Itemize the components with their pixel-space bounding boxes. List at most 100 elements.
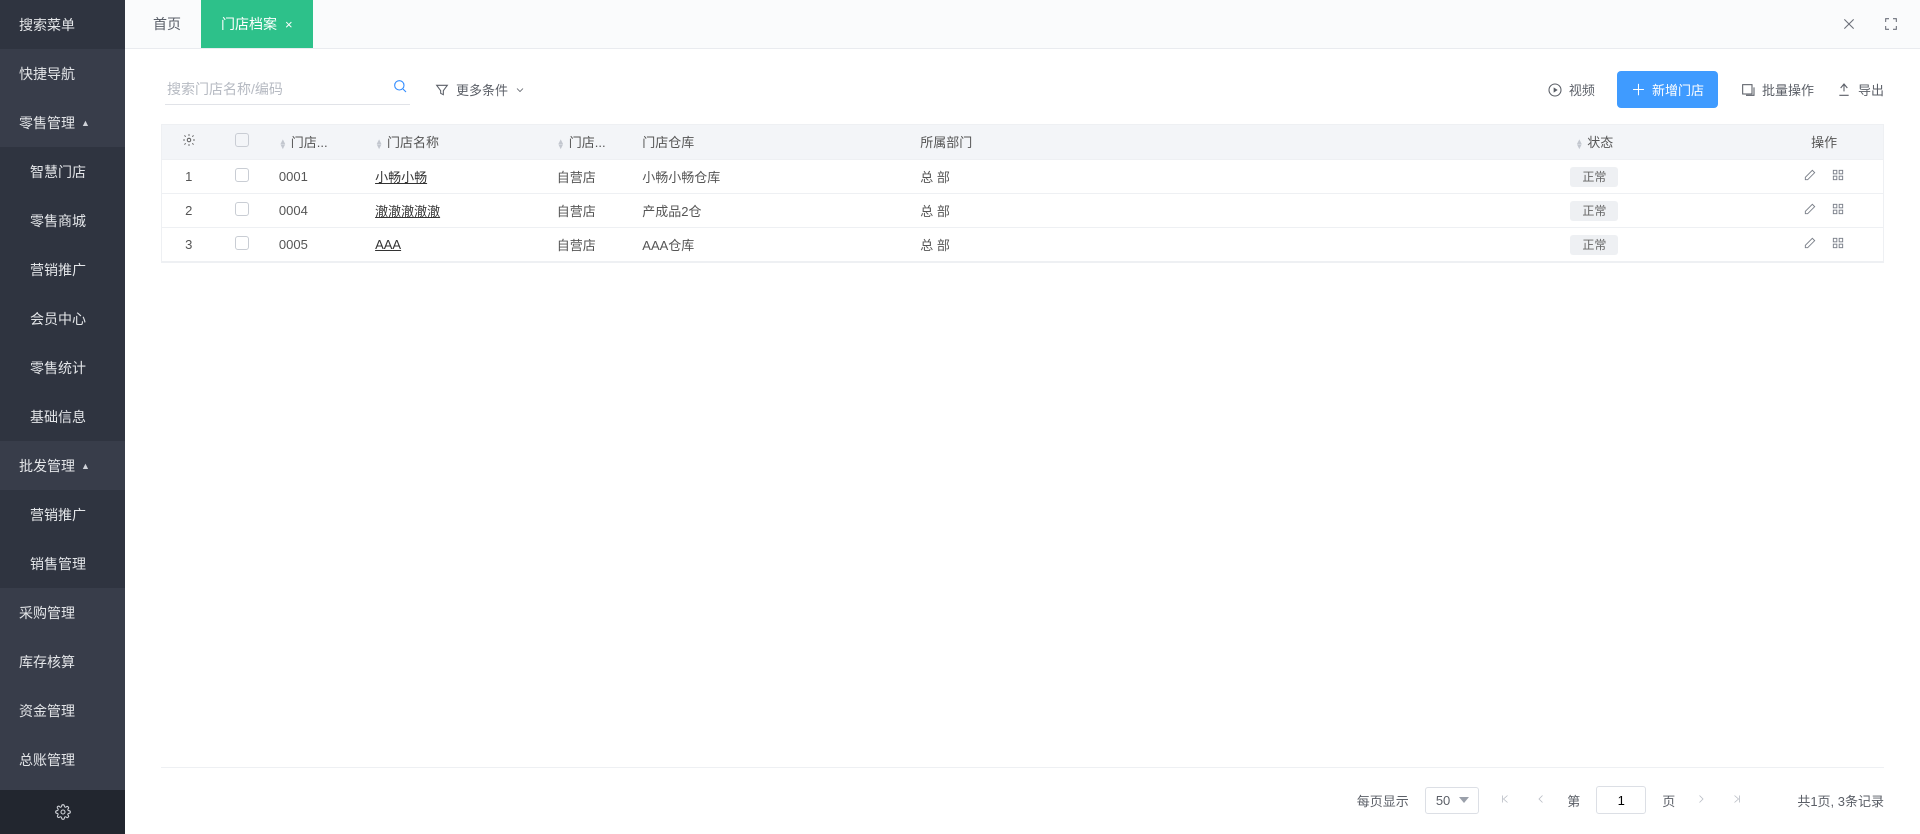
- sidebar-item-retail-stats[interactable]: 零售统计: [0, 343, 125, 392]
- pagination-footer: 每页显示 50 第 页 共1页, 3条记录: [161, 767, 1884, 834]
- sidebar-item-purchase-mgmt[interactable]: 采购管理: [0, 588, 125, 637]
- row-type: 自营店: [547, 193, 633, 227]
- search-button[interactable]: [392, 78, 408, 97]
- more-filter-label: 更多条件: [456, 80, 508, 99]
- page-suffix: 页: [1662, 791, 1675, 810]
- sidebar-item-wholesale-promo[interactable]: 营销推广: [0, 490, 125, 539]
- table-row[interactable]: 2 0004 澈澈澈澈澈 自营店 产成品2仓 总 部 正常: [162, 193, 1883, 227]
- page-prefix: 第: [1567, 791, 1580, 810]
- row-index: 3: [162, 227, 215, 261]
- edit-row-button[interactable]: [1803, 202, 1817, 219]
- status-badge: 正常: [1570, 167, 1618, 187]
- sort-icon: ▲▼: [375, 139, 383, 149]
- add-store-button[interactable]: ＋ 新增门店: [1617, 71, 1718, 108]
- sidebar-item-marketing-promo[interactable]: 营销推广: [0, 245, 125, 294]
- last-page-button[interactable]: [1727, 793, 1747, 808]
- sidebar-item-retail-mgmt[interactable]: 零售管理: [0, 98, 125, 147]
- store-name-link[interactable]: AAA: [375, 237, 401, 252]
- settings-col-header[interactable]: [162, 125, 215, 159]
- store-table: ▲▼门店... ▲▼门店名称 ▲▼门店... 门店仓库 所属部门 ▲▼状态 操作…: [162, 125, 1883, 262]
- first-page-button[interactable]: [1495, 793, 1515, 808]
- gear-icon: [182, 133, 196, 147]
- add-store-label: 新增门店: [1652, 80, 1704, 99]
- close-icon: [1841, 16, 1857, 32]
- sidebar-item-search-menu[interactable]: 搜索菜单: [0, 0, 125, 49]
- warehouse-col-header: 门店仓库: [632, 125, 910, 159]
- sidebar-item-sales-mgmt[interactable]: 销售管理: [0, 539, 125, 588]
- sort-icon: ▲▼: [279, 139, 287, 149]
- tab-store-archive[interactable]: 门店档案 ×: [201, 0, 313, 48]
- row-code: 0005: [269, 227, 365, 261]
- prev-page-button[interactable]: [1531, 793, 1551, 808]
- tab-home[interactable]: 首页: [133, 0, 201, 48]
- sidebar-item-quick-nav[interactable]: 快捷导航: [0, 49, 125, 98]
- edit-row-button[interactable]: [1803, 236, 1817, 253]
- edit-icon: [1803, 202, 1817, 216]
- grid-icon: [1831, 168, 1845, 182]
- store-name-link[interactable]: 澈澈澈澈澈: [375, 204, 440, 219]
- search-input[interactable]: [165, 74, 410, 104]
- table-wrap: ▲▼门店... ▲▼门店名称 ▲▼门店... 门店仓库 所属部门 ▲▼状态 操作…: [161, 124, 1884, 263]
- sidebar-item-inventory[interactable]: 库存核算: [0, 637, 125, 686]
- sidebar-item-member-center[interactable]: 会员中心: [0, 294, 125, 343]
- row-checkbox-cell: [215, 227, 268, 261]
- table-row[interactable]: 3 0005 AAA 自营店 AAA仓库 总 部 正常: [162, 227, 1883, 261]
- more-row-button[interactable]: [1831, 202, 1845, 219]
- chevron-down-icon: [514, 84, 526, 96]
- sidebar-sub-wholesale: 营销推广 销售管理: [0, 490, 125, 588]
- bulk-ops-button[interactable]: 批量操作: [1740, 80, 1814, 99]
- more-row-button[interactable]: [1831, 236, 1845, 253]
- toolbar-right: 视频 ＋ 新增门店 批量操作 导出: [1547, 71, 1884, 108]
- checkbox-col-header[interactable]: [215, 125, 268, 159]
- sidebar-item-smart-store[interactable]: 智慧门店: [0, 147, 125, 196]
- sidebar-settings-button[interactable]: [0, 790, 125, 834]
- last-icon: [1731, 793, 1743, 805]
- row-code: 0001: [269, 159, 365, 193]
- store-name-link[interactable]: 小畅小畅: [375, 170, 427, 185]
- main-area: 首页 门店档案 ×: [125, 0, 1920, 834]
- gear-icon: [55, 804, 71, 820]
- grid-icon: [1831, 236, 1845, 250]
- edit-batch-icon: [1740, 82, 1756, 98]
- filter-icon: [434, 82, 450, 98]
- sidebar-item-basic-info[interactable]: 基础信息: [0, 392, 125, 441]
- row-checkbox[interactable]: [235, 236, 249, 250]
- bulk-ops-label: 批量操作: [1762, 80, 1814, 99]
- tab-close-icon[interactable]: ×: [285, 17, 293, 32]
- sidebar-item-wholesale-mgmt[interactable]: 批发管理: [0, 441, 125, 490]
- close-all-button[interactable]: [1834, 9, 1864, 39]
- table-row[interactable]: 1 0001 小畅小畅 自营店 小畅小畅仓库 总 部 正常: [162, 159, 1883, 193]
- per-page-label: 每页显示: [1357, 791, 1409, 810]
- status-col-header[interactable]: ▲▼状态: [1423, 125, 1765, 159]
- row-status: 正常: [1423, 227, 1765, 261]
- name-col-header[interactable]: ▲▼门店名称: [365, 125, 547, 159]
- more-filter-button[interactable]: 更多条件: [434, 80, 526, 99]
- sidebar-item-ledger-mgmt[interactable]: 总账管理: [0, 735, 125, 784]
- page-input[interactable]: [1596, 786, 1646, 814]
- sidebar-item-retail-mall[interactable]: 零售商城: [0, 196, 125, 245]
- row-checkbox[interactable]: [235, 202, 249, 216]
- fullscreen-button[interactable]: [1876, 9, 1906, 39]
- row-type: 自营店: [547, 159, 633, 193]
- row-checkbox[interactable]: [235, 168, 249, 182]
- ops-col-header: 操作: [1765, 125, 1883, 159]
- row-dept: 总 部: [910, 193, 1423, 227]
- sidebar-item-fund-mgmt[interactable]: 资金管理: [0, 686, 125, 735]
- export-button[interactable]: 导出: [1836, 80, 1884, 99]
- type-col-header[interactable]: ▲▼门店...: [547, 125, 633, 159]
- sort-icon: ▲▼: [557, 139, 565, 149]
- code-col-header[interactable]: ▲▼门店...: [269, 125, 365, 159]
- edit-row-button[interactable]: [1803, 168, 1817, 185]
- row-ops: [1765, 193, 1883, 227]
- page-summary: 共1页, 3条记录: [1797, 791, 1884, 810]
- next-page-button[interactable]: [1691, 793, 1711, 808]
- grid-icon: [1831, 202, 1845, 216]
- edit-icon: [1803, 236, 1817, 250]
- row-dept: 总 部: [910, 227, 1423, 261]
- play-circle-icon: [1547, 82, 1563, 98]
- per-page-select[interactable]: 50: [1425, 787, 1479, 814]
- video-button[interactable]: 视频: [1547, 80, 1595, 99]
- checkbox-all[interactable]: [235, 133, 249, 147]
- more-row-button[interactable]: [1831, 168, 1845, 185]
- status-badge: 正常: [1570, 201, 1618, 221]
